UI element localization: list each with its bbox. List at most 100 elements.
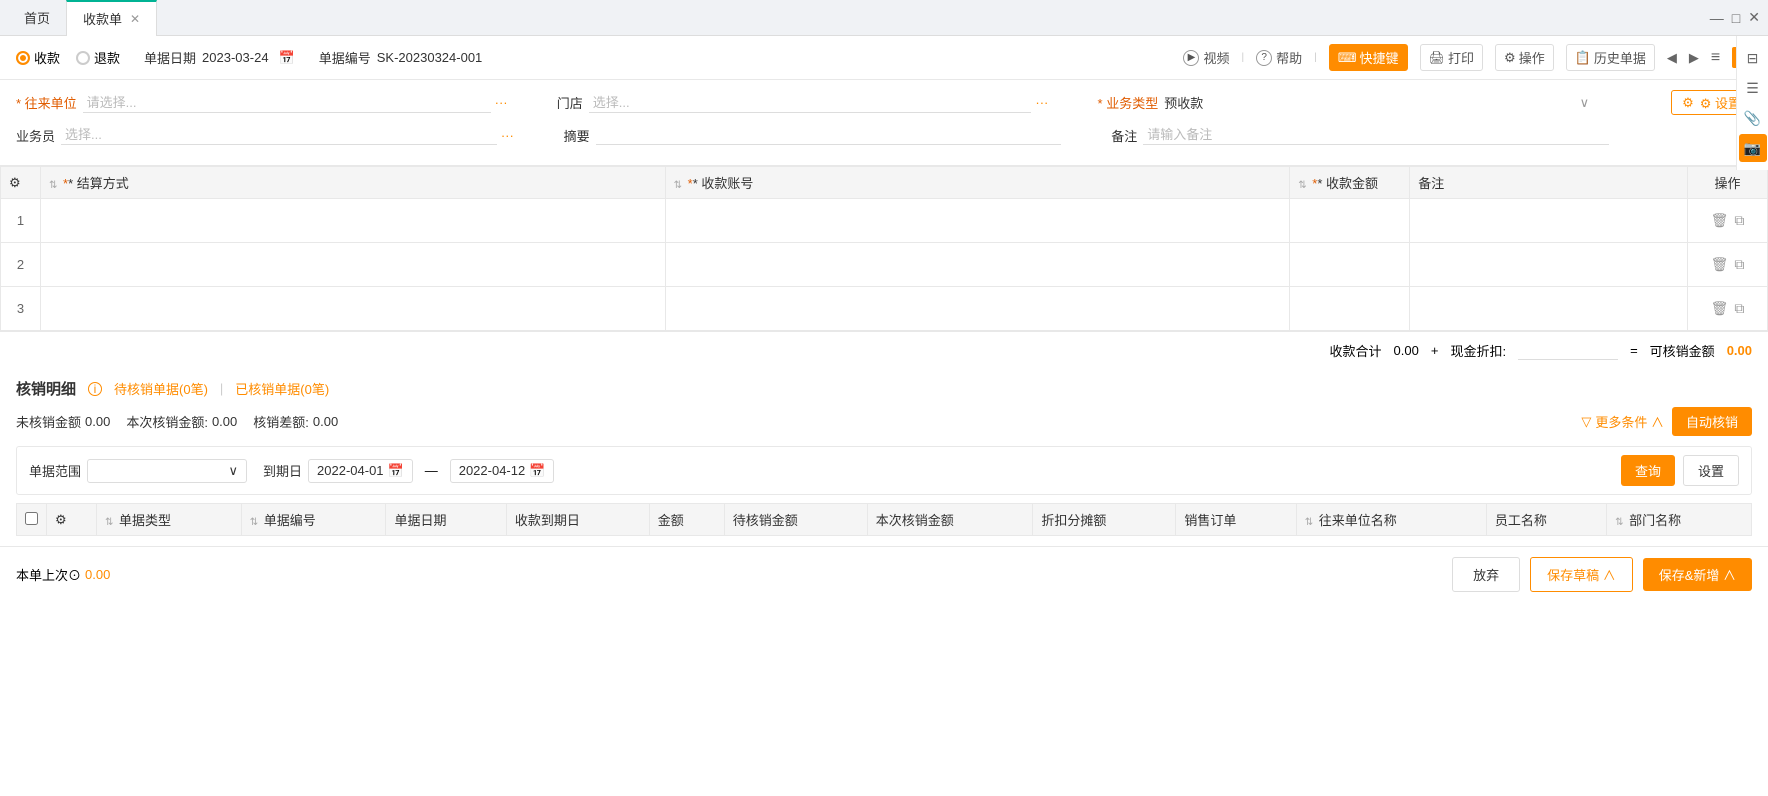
unchecked-label: 未核销金额 [16, 412, 81, 431]
available-value: 0.00 [1727, 343, 1752, 358]
row-1-remarks[interactable] [1410, 199, 1688, 243]
table-row: 2 🗑 ⧉ [1, 243, 1768, 287]
discount-input[interactable] [1518, 340, 1618, 360]
col-gear2-header[interactable]: ⚙ [47, 504, 97, 536]
more-conditions-btn[interactable]: ▽ 更多条件 ∧ [1581, 412, 1664, 431]
sidebar-list-icon[interactable]: ☰ [1739, 74, 1767, 102]
tab-home[interactable]: 首页 [8, 0, 66, 36]
row-2-copy-icon[interactable]: ⧉ [1734, 256, 1744, 273]
query-button[interactable]: 查询 [1621, 455, 1675, 486]
sort-account-icon[interactable]: ⇅ [674, 180, 682, 191]
table-gear2-icon[interactable]: ⚙ [55, 512, 67, 527]
row-3-amount[interactable] [1290, 287, 1410, 331]
counterpart-input[interactable] [83, 93, 491, 113]
summary-row: 收款合计 0.00 + 现金折扣: = 可核销金额 0.00 [0, 331, 1768, 368]
remarks-input[interactable] [1143, 125, 1609, 145]
due-date-label: 到期日 [263, 461, 302, 480]
sidebar-camera-icon[interactable]: 📷 [1739, 134, 1767, 162]
row-3-account[interactable] [665, 287, 1290, 331]
bottom-table-area: ⚙ ⇅ 单据类型 ⇅ 单据编号 单据日期 收款到期日 金额 待核销金额 [16, 503, 1752, 536]
auto-verify-button[interactable]: 自动核销 [1672, 407, 1752, 436]
col-sales-order-header: 销售订单 [1176, 504, 1296, 536]
verify-info-icon[interactable]: i [88, 382, 102, 396]
row-1-delete-icon[interactable]: 🗑 [1711, 212, 1729, 229]
select-all-checkbox[interactable] [25, 512, 38, 525]
verify-header: 核销明细 i 待核销单据(0笔) | 已核销单据(0笔) [16, 378, 1752, 399]
print-btn[interactable]: 🖨 打印 [1420, 44, 1484, 71]
nav-prev-icon[interactable]: ◀ [1667, 50, 1677, 66]
unchecked-stat: 未核销金额 0.00 [16, 412, 110, 431]
video-btn[interactable]: ▶ 视频 [1183, 48, 1229, 67]
receipt-table: ⚙ ⇅ ** 结算方式 ⇅ ** 收款账号 ⇅ ** 收款金额 [0, 166, 1768, 331]
view-list-icon[interactable]: ≡ [1711, 49, 1720, 67]
row-3-delete-icon[interactable]: 🗑 [1711, 300, 1729, 317]
diff-value: 0.00 [313, 414, 338, 429]
business-type-arrow-icon[interactable]: ∨ [1580, 95, 1590, 111]
help-btn[interactable]: ? 帮助 [1256, 48, 1302, 67]
pending-tab[interactable]: 待核销单据(0笔) [114, 379, 208, 398]
minimize-icon[interactable]: — [1710, 10, 1724, 26]
col-store-header: ⇅ 部门名称 [1607, 504, 1752, 536]
due-date-from[interactable]: 2022-04-01 📅 [308, 459, 413, 483]
salesperson-input[interactable] [61, 125, 497, 145]
radio-refund[interactable]: 退款 [76, 48, 120, 67]
summary-input[interactable] [596, 125, 1062, 145]
bill-date-field: 单据日期 2023-03-24 📅 [144, 48, 295, 67]
sidebar-table-icon[interactable]: ⊟ [1739, 44, 1767, 72]
row-1-account[interactable] [665, 199, 1290, 243]
radio-receive-dot [16, 51, 30, 65]
radio-receive[interactable]: 收款 [16, 48, 60, 67]
footer: 本单上次⊙ 0.00 放弃 保存草稿 ∧ 保存&新增 ∧ [0, 546, 1768, 602]
sidebar-clip-icon[interactable]: 📎 [1739, 104, 1767, 132]
save-new-button[interactable]: 保存&新增 ∧ [1643, 558, 1752, 591]
row-3-copy-icon[interactable]: ⧉ [1734, 300, 1744, 317]
close-window-icon[interactable]: ✕ [1748, 9, 1760, 26]
calendar-icon[interactable]: 📅 [279, 50, 295, 66]
bill-date-value: 2023-03-24 [202, 50, 269, 65]
done-tab[interactable]: 已核销单据(0笔) [235, 379, 329, 398]
col-amount-header: ⇅ ** 收款金额 [1290, 167, 1410, 199]
range-label: 单据范围 [29, 461, 81, 480]
actions-btn[interactable]: ⚙ 操作 [1495, 44, 1554, 71]
col-discount-header: 折扣分摊额 [1033, 504, 1176, 536]
abandon-button[interactable]: 放弃 [1452, 557, 1520, 592]
right-sidebar: ⊟ ☰ 📎 📷 [1736, 36, 1768, 170]
row-2-remarks[interactable] [1410, 243, 1688, 287]
unchecked-value: 0.00 [85, 414, 110, 429]
row-2-amount[interactable] [1290, 243, 1410, 287]
row-1-amount[interactable] [1290, 199, 1410, 243]
row-2-delete-icon[interactable]: 🗑 [1711, 256, 1729, 273]
col-pending-amount-header: 待核销金额 [724, 504, 867, 536]
col-gear-header[interactable]: ⚙ [1, 167, 41, 199]
row-2-settlement[interactable] [41, 243, 666, 287]
row-1-settlement[interactable] [41, 199, 666, 243]
restore-icon[interactable]: □ [1732, 10, 1740, 26]
total-label: 收款合计 [1330, 341, 1382, 360]
filter-settings-button[interactable]: 设置 [1683, 455, 1739, 486]
due-date-to[interactable]: 2022-04-12 📅 [450, 459, 555, 483]
counterpart-more-icon[interactable]: ··· [495, 95, 508, 110]
salesperson-field: 业务员 ··· [16, 125, 514, 145]
toolbar: 收款 退款 单据日期 2023-03-24 📅 单据编号 SK-20230324… [0, 36, 1768, 80]
sort-settlement-icon[interactable]: ⇅ [49, 180, 57, 191]
sort-amount-icon[interactable]: ⇅ [1298, 180, 1306, 191]
shortcuts-btn[interactable]: ⌨ 快捷键 [1329, 44, 1408, 71]
store-input[interactable] [589, 93, 1032, 113]
nav-next-icon[interactable]: ▶ [1689, 50, 1699, 66]
col-checkbox-header [17, 504, 47, 536]
remarks-label: 备注 [1111, 126, 1143, 145]
store-more-icon[interactable]: ··· [1035, 95, 1048, 110]
row-1-copy-icon[interactable]: ⧉ [1734, 212, 1744, 229]
row-3-remarks[interactable] [1410, 287, 1688, 331]
save-draft-button[interactable]: 保存草稿 ∧ [1530, 557, 1633, 592]
history-btn[interactable]: 📋 历史单据 [1566, 44, 1655, 71]
salesperson-more-icon[interactable]: ··· [501, 128, 514, 143]
row-2-account[interactable] [665, 243, 1290, 287]
range-select[interactable]: ∨ [87, 459, 247, 483]
tab-receipt[interactable]: 收款单 ✕ [66, 0, 157, 36]
tab-close-icon[interactable]: ✕ [130, 12, 140, 26]
store-field: 门店 ··· [557, 93, 1049, 113]
table-gear-icon[interactable]: ⚙ [9, 175, 21, 190]
row-3-settlement[interactable] [41, 287, 666, 331]
summary-label: 摘要 [564, 126, 596, 145]
